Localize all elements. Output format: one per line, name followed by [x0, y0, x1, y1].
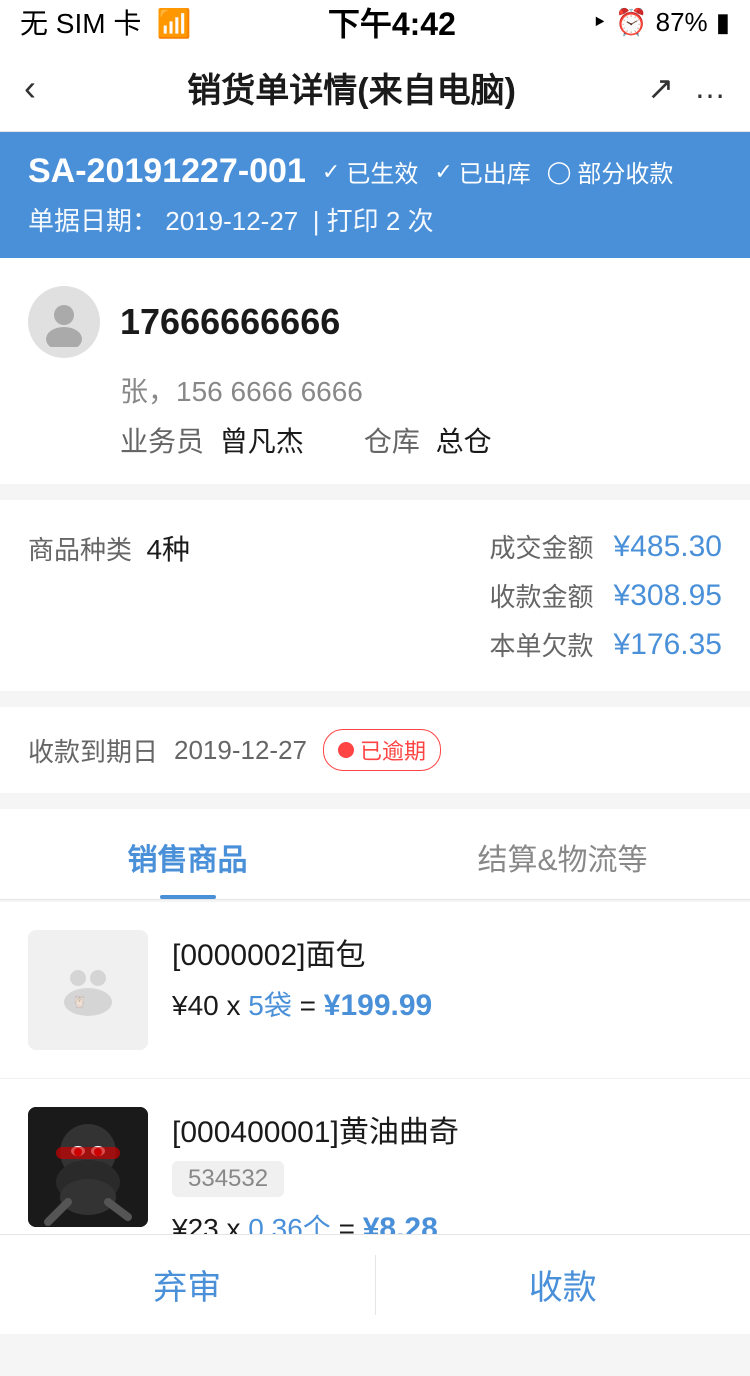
- share-icon[interactable]: ↗: [647, 69, 674, 107]
- warehouse-label: 仓库: [364, 426, 420, 457]
- product-list: 🦉 [0000002]面包 ¥40 x 5袋 = ¥199.99: [0, 902, 750, 1276]
- staff-value: 曾凡杰: [220, 426, 304, 457]
- deal-amount-row: 成交金额 ¥485.30: [490, 528, 722, 565]
- badge-partial: ◯ 部分收款: [547, 154, 674, 189]
- badge-effective: ✓ 已生效: [322, 154, 418, 189]
- product-price-1: ¥40 x 5袋 = ¥199.99: [172, 984, 722, 1024]
- avatar: [28, 286, 100, 358]
- product-info-2: [000400001]黄油曲奇 534532 ¥23 x 0.36个 = ¥8.…: [172, 1107, 722, 1247]
- received-amount-value: ¥308.95: [614, 579, 722, 613]
- tabs-section: 销售商品 结算&物流等: [0, 809, 750, 900]
- location-icon: ‣: [592, 7, 607, 38]
- check-icon2: ✓: [434, 159, 452, 185]
- deal-amount-value: ¥485.30: [614, 530, 722, 564]
- warehouse-value: 总仓: [436, 426, 492, 457]
- check-icon: ✓: [322, 159, 340, 185]
- product-name-2: [000400001]黄油曲奇: [172, 1107, 722, 1151]
- nav-bar: ‹ 销货单详情(来自电脑) ↗ …: [0, 44, 750, 132]
- status-bar: 无 SIM 卡 📶 下午4:42 ‣ ⏰ 87% ▮: [0, 0, 750, 44]
- battery-level: 87%: [656, 7, 708, 38]
- customer-sub-info: 张，156 6666 6666: [120, 370, 722, 410]
- status-left: 无 SIM 卡 📶: [20, 2, 192, 42]
- header-date-info: 单据日期： 2019-12-27 | 打印 2 次: [28, 201, 722, 238]
- tab-products[interactable]: 销售商品: [0, 809, 375, 899]
- staff-label: 业务员: [120, 426, 204, 457]
- status-time: 下午4:42: [328, 0, 456, 45]
- cancel-button[interactable]: 弃审: [0, 1235, 375, 1334]
- product-thumbnail-1: 🦉: [28, 930, 148, 1050]
- owed-amount-value: ¥176.35: [614, 628, 722, 662]
- status-right: ‣ ⏰ 87% ▮: [592, 7, 730, 38]
- back-button[interactable]: ‹: [24, 57, 56, 119]
- tab-settlement[interactable]: 结算&物流等: [375, 809, 750, 899]
- svg-text:🦉: 🦉: [72, 995, 87, 1009]
- due-date-section: 收款到期日 2019-12-27 已逾期: [0, 707, 750, 793]
- more-icon[interactable]: …: [694, 69, 726, 106]
- alarm-icon: ⏰: [615, 7, 647, 38]
- order-number: SA-20191227-001: [28, 152, 306, 191]
- customer-id: 17666666666: [120, 301, 340, 343]
- customer-section: 17666666666 张，156 6666 6666 业务员 曾凡杰 仓库 总…: [0, 258, 750, 484]
- received-amount-row: 收款金额 ¥308.95: [490, 577, 722, 614]
- badge-shipped: ✓ 已出库: [434, 154, 530, 189]
- summary-section: 商品种类 4种 成交金额 ¥485.30 收款金额 ¥308.95 本单欠款 ¥…: [0, 500, 750, 691]
- confirm-button[interactable]: 收款: [376, 1235, 750, 1334]
- clock-icon: ◯: [547, 159, 572, 185]
- amount-summary: 成交金额 ¥485.30 收款金额 ¥308.95 本单欠款 ¥176.35: [490, 528, 722, 663]
- page-title: 销货单详情(来自电脑): [56, 63, 647, 112]
- battery-icon: ▮: [716, 7, 730, 38]
- product-sku-2: 534532: [172, 1161, 284, 1197]
- due-date-label: 收款到期日: [28, 732, 158, 769]
- owed-amount-row: 本单欠款 ¥176.35: [490, 626, 722, 663]
- product-kind: 商品种类 4种: [28, 528, 490, 568]
- customer-meta: 业务员 曾凡杰 仓库 总仓: [120, 420, 722, 460]
- header-banner: SA-20191227-001 ✓ 已生效 ✓ 已出库 ◯ 部分收款 单据日期：…: [0, 132, 750, 258]
- bottom-bar: 弃审 收款: [0, 1234, 750, 1334]
- nav-actions: ↗ …: [647, 69, 726, 107]
- product-name-1: [0000002]面包: [172, 930, 722, 974]
- list-item: 🦉 [0000002]面包 ¥40 x 5袋 = ¥199.99: [0, 902, 750, 1079]
- product-thumbnail-2: [28, 1107, 148, 1227]
- overdue-badge: 已逾期: [323, 729, 441, 771]
- due-date-value: 2019-12-27: [174, 735, 307, 766]
- overdue-dot-icon: [338, 742, 354, 758]
- product-info-1: [0000002]面包 ¥40 x 5袋 = ¥199.99: [172, 930, 722, 1024]
